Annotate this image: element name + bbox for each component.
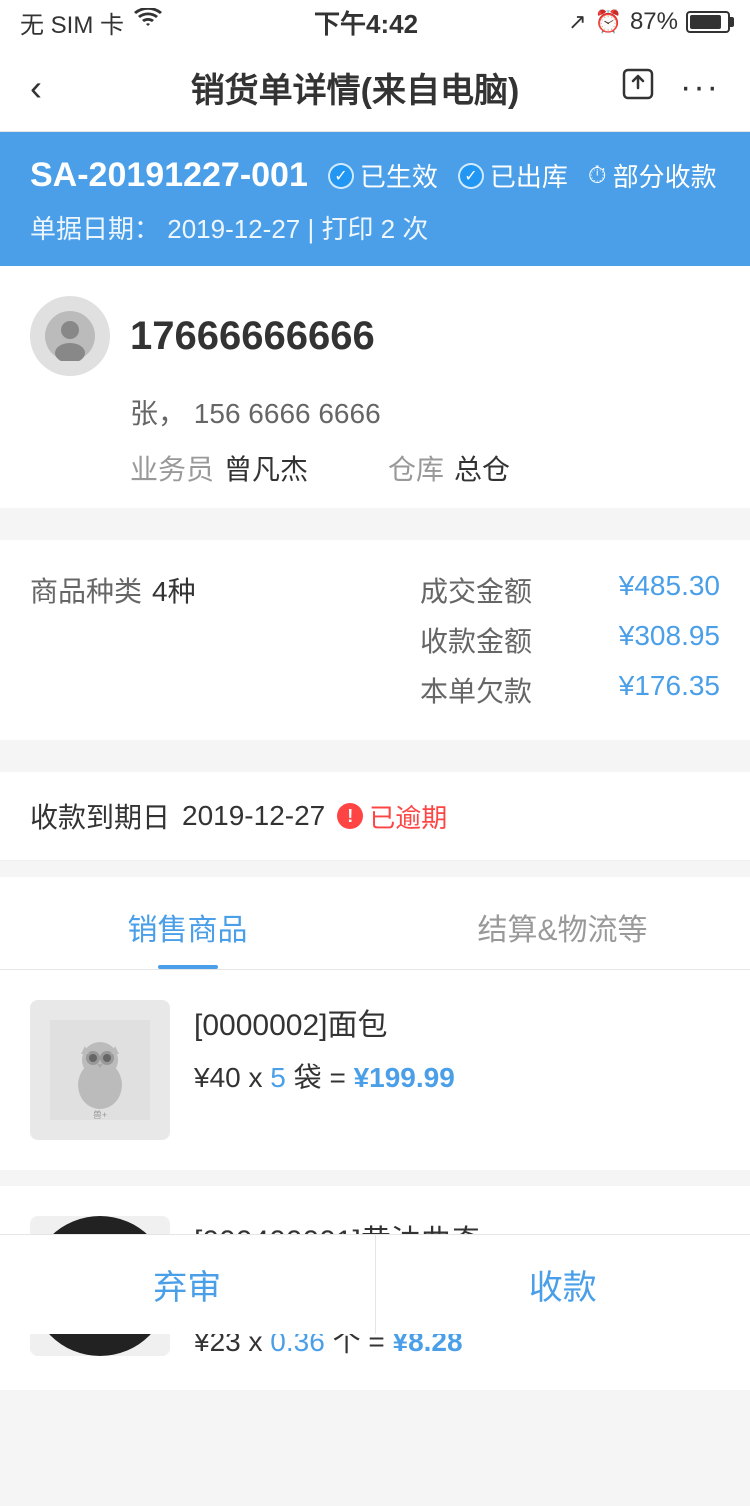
separator-1 xyxy=(0,524,750,540)
customer-top: 17666666666 xyxy=(30,296,720,376)
status-shipped-label: 已出库 xyxy=(490,157,568,194)
thumb-placeholder-bread: 兽+ xyxy=(30,1000,170,1140)
status-shipped: ✓ 已出库 xyxy=(458,157,568,194)
status-right: ↗ ⏰ 87% xyxy=(568,8,730,36)
customer-section: 17666666666 张， 156 6666 6666 业务员 曾凡杰 仓库 … xyxy=(0,266,750,508)
product-name-bread: [0000002]面包 xyxy=(194,1000,720,1044)
warehouse-label: 仓库 xyxy=(388,448,444,488)
customer-sub: 张， 156 6666 6666 xyxy=(30,392,720,432)
share-icon[interactable] xyxy=(620,66,656,110)
product-price-bread: ¥40 x 5 袋 = ¥199.99 xyxy=(194,1056,720,1096)
check-shipped-icon: ✓ xyxy=(458,163,484,189)
deal-amount-label: 成交金额 xyxy=(420,570,532,610)
order-id-row: SA-20191227-001 ✓ 已生效 ✓ 已出库 ⏱ 部分收款 xyxy=(30,156,720,195)
wifi-icon xyxy=(132,8,164,37)
bottom-spacer xyxy=(0,1406,750,1506)
tab-sales-products[interactable]: 销售商品 xyxy=(0,877,375,969)
status-partial: ⏱ 部分收款 xyxy=(588,157,717,194)
due-date-label: 收款到期日 xyxy=(30,796,170,836)
order-id: SA-20191227-001 xyxy=(30,156,308,195)
status-partial-label: 部分收款 xyxy=(613,157,717,194)
owed-amount-label: 本单欠款 xyxy=(420,670,532,710)
warehouse-item: 仓库 总仓 xyxy=(388,448,510,488)
status-time: 下午4:42 xyxy=(314,4,418,41)
unit-bread: 袋 xyxy=(294,1062,322,1093)
print-info: | 打印 2 次 xyxy=(307,214,428,244)
status-effective: ✓ 已生效 xyxy=(328,157,438,194)
date-label: 单据日期： xyxy=(30,214,160,244)
battery-percent: 87% xyxy=(630,8,678,36)
product-item: 兽+ [0000002]面包 ¥40 x 5 袋 = ¥199.99 xyxy=(0,970,750,1170)
tabs-section: 销售商品 结算&物流等 xyxy=(0,877,750,970)
due-date-value: 2019-12-27 xyxy=(182,800,325,832)
summary-left: 商品种类 4种 xyxy=(30,570,196,610)
page-title: 销货单详情(来自电脑) xyxy=(191,63,520,112)
bottom-bar: 弃审 收款 xyxy=(0,1234,750,1334)
total-bread: ¥199.99 xyxy=(354,1062,455,1093)
price-unit-bread: ¥40 xyxy=(194,1062,241,1093)
alarm-icon: ⏰ xyxy=(595,9,622,35)
order-header: SA-20191227-001 ✓ 已生效 ✓ 已出库 ⏱ 部分收款 单据日期：… xyxy=(0,132,750,266)
equals-bread: = xyxy=(329,1062,353,1093)
customer-phone-alt: 156 6666 6666 xyxy=(194,398,381,429)
summary-section: 商品种类 4种 成交金额 ¥485.30 收款金额 ¥308.95 本单欠款 ¥… xyxy=(0,540,750,740)
svg-text:兽+: 兽+ xyxy=(93,1109,107,1120)
overdue-dot-icon: ! xyxy=(337,803,363,829)
nav-actions: ··· xyxy=(620,66,720,110)
product-thumb-bread: 兽+ xyxy=(30,1000,170,1140)
product-info-bread: [0000002]面包 ¥40 x 5 袋 = ¥199.99 xyxy=(194,1000,720,1096)
tab-settlement[interactable]: 结算&物流等 xyxy=(375,877,750,969)
back-button[interactable]: ‹ xyxy=(30,67,90,109)
clock-icon: ⏱ xyxy=(588,162,607,190)
overdue-badge: ! 已逾期 xyxy=(337,798,447,835)
battery-icon xyxy=(686,11,730,33)
product-types-item: 商品种类 4种 xyxy=(30,570,196,610)
multiply-bread: x xyxy=(249,1062,271,1093)
status-effective-label: 已生效 xyxy=(360,157,438,194)
cancel-button[interactable]: 弃审 xyxy=(0,1235,376,1334)
separator-2 xyxy=(0,756,750,772)
customer-phone: 17666666666 xyxy=(130,314,375,359)
confirm-button[interactable]: 收款 xyxy=(376,1235,750,1334)
deal-amount-row: 成交金额 ¥485.30 xyxy=(420,570,720,610)
owed-amount-row: 本单欠款 ¥176.35 xyxy=(420,670,720,710)
salesperson-label: 业务员 xyxy=(130,448,214,488)
salesperson-item: 业务员 曾凡杰 xyxy=(130,448,308,488)
order-date: 2019-12-27 xyxy=(167,214,300,244)
product-types-value: 4种 xyxy=(152,570,196,610)
avatar xyxy=(30,296,110,376)
overdue-text: 已逾期 xyxy=(369,798,447,835)
tab-settlement-label: 结算&物流等 xyxy=(477,914,647,947)
separator-3 xyxy=(0,861,750,877)
salesperson-value: 曾凡杰 xyxy=(224,448,308,488)
received-amount-row: 收款金额 ¥308.95 xyxy=(420,620,720,660)
due-section: 收款到期日 2019-12-27 ! 已逾期 xyxy=(0,772,750,861)
more-icon[interactable]: ··· xyxy=(680,68,720,107)
nav-bar: ‹ 销货单详情(来自电脑) ··· xyxy=(0,44,750,132)
carrier-text: 无 SIM 卡 xyxy=(20,5,124,40)
received-amount-value: ¥308.95 xyxy=(619,620,720,660)
qty-bread: 5 xyxy=(270,1062,286,1093)
customer-name-text: 张 xyxy=(130,398,158,429)
location-icon: ↗ xyxy=(568,9,586,35)
status-left: 无 SIM 卡 xyxy=(20,5,164,40)
tab-sales-label: 销售商品 xyxy=(128,914,248,947)
customer-meta: 业务员 曾凡杰 仓库 总仓 xyxy=(30,448,720,488)
warehouse-value: 总仓 xyxy=(454,448,510,488)
summary-row: 商品种类 4种 成交金额 ¥485.30 收款金额 ¥308.95 本单欠款 ¥… xyxy=(30,570,720,710)
summary-right: 成交金额 ¥485.30 收款金额 ¥308.95 本单欠款 ¥176.35 xyxy=(420,570,720,710)
owed-amount-value: ¥176.35 xyxy=(619,670,720,710)
product-types-label: 商品种类 xyxy=(30,570,142,610)
received-amount-label: 收款金额 xyxy=(420,620,532,660)
status-bar: 无 SIM 卡 下午4:42 ↗ ⏰ 87% xyxy=(0,0,750,44)
tabs-row: 销售商品 结算&物流等 xyxy=(0,877,750,970)
check-effective-icon: ✓ xyxy=(328,163,354,189)
order-date-row: 单据日期： 2019-12-27 | 打印 2 次 xyxy=(30,209,720,246)
deal-amount-value: ¥485.30 xyxy=(619,570,720,610)
